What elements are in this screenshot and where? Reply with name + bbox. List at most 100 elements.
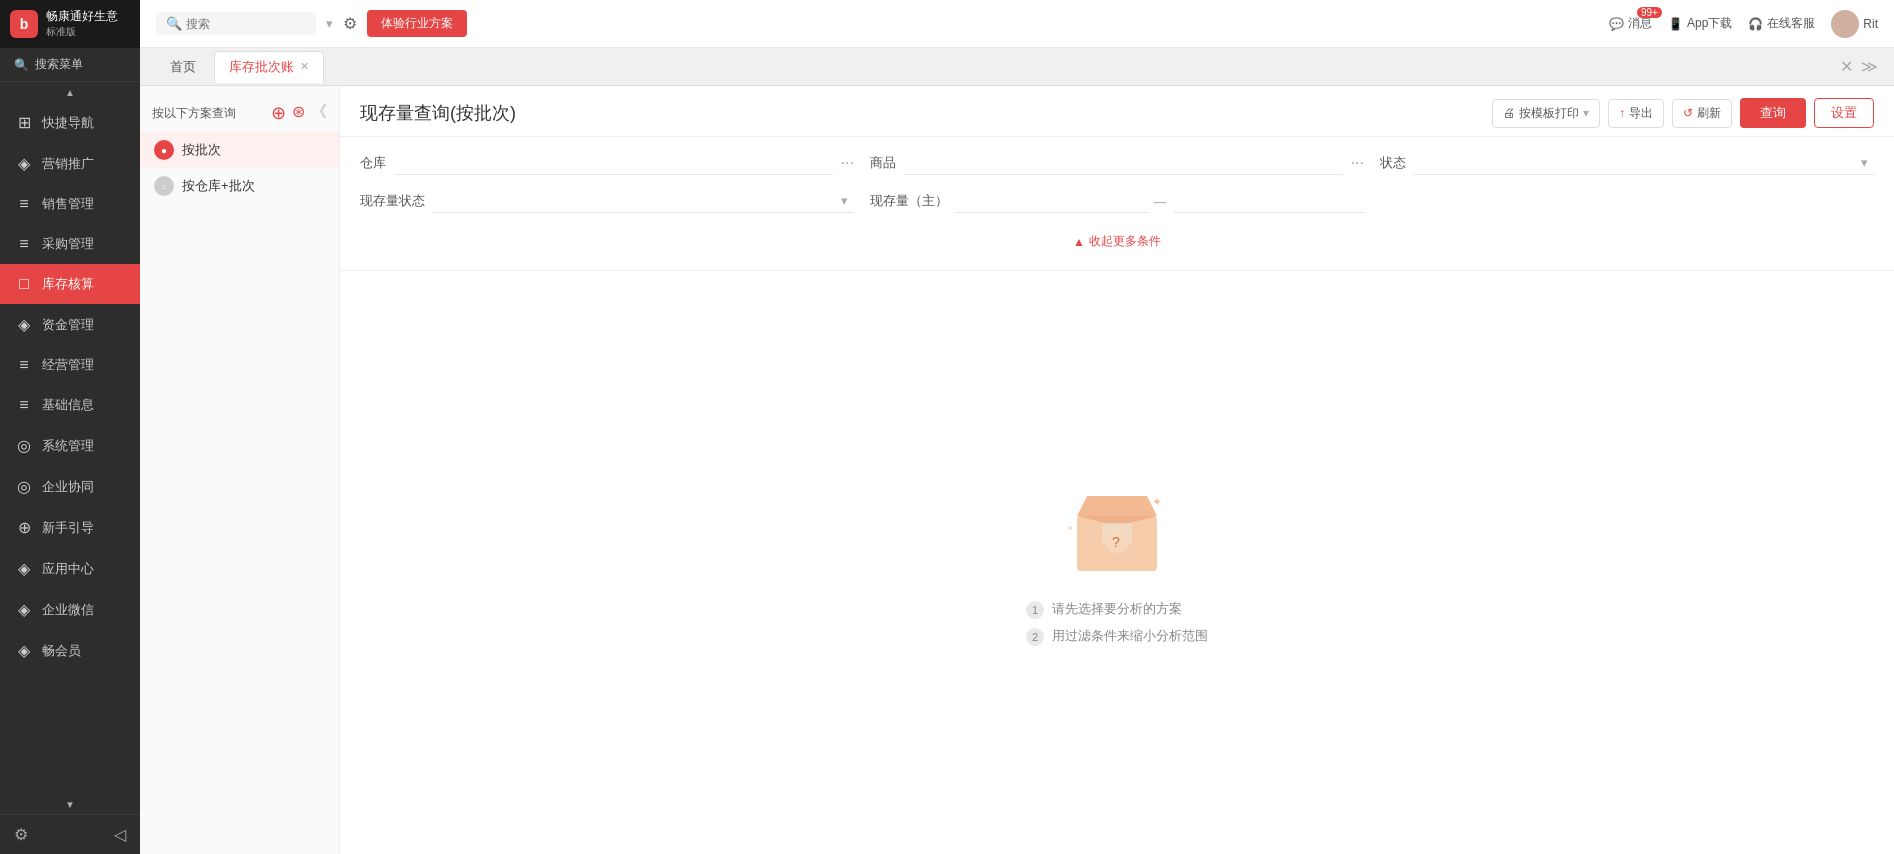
- range-sep: —: [1154, 194, 1167, 209]
- avatar-img: [1831, 10, 1859, 38]
- online-service-action[interactable]: 🎧 在线客服: [1748, 15, 1815, 32]
- tab-close-icon[interactable]: ✕: [300, 60, 309, 73]
- online-service-label: 在线客服: [1767, 15, 1815, 32]
- sidebar-item-sales[interactable]: ≡ 销售管理: [0, 184, 140, 224]
- nav-label: 资金管理: [42, 316, 94, 334]
- page-title: 现存量查询(按批次): [360, 101, 516, 125]
- step-2-num: 2: [1026, 628, 1044, 646]
- warehouse-input[interactable]: [394, 151, 833, 175]
- nav-label: 营销推广: [42, 155, 94, 173]
- sidebar-nav: ⊞ 快捷导航 ◈ 营销推广 ≡ 销售管理 ≡ 采购管理 □ 库存核算 ◈ 资金管…: [0, 102, 140, 794]
- step-2-text: 用过滤条件来缩小分析范围: [1052, 627, 1208, 645]
- filter-section: 仓库 ··· 商品 ··· 状态 ▾: [340, 137, 1894, 271]
- messages-badge: 99+: [1637, 7, 1662, 18]
- refresh-btn[interactable]: ↺ 刷新: [1672, 99, 1732, 128]
- svg-text:✦: ✦: [1152, 495, 1162, 509]
- app-download-label: App下载: [1687, 15, 1732, 32]
- nav-label: 库存核算: [42, 275, 94, 293]
- product-label: 商品: [870, 154, 896, 172]
- collapse-label: 收起更多条件: [1089, 233, 1161, 250]
- sidebar-item-finance[interactable]: ◈ 资金管理: [0, 304, 140, 345]
- sidebar: b 畅康通好生意 标准版 🔍 搜索菜单 ▲ ⊞ 快捷导航 ◈ 营销推广 ≡ 销售…: [0, 0, 140, 854]
- sidebar-item-purchase[interactable]: ≡ 采购管理: [0, 224, 140, 264]
- sidebar-item-marketing[interactable]: ◈ 营销推广: [0, 143, 140, 184]
- scroll-down-btn[interactable]: ▼: [0, 794, 140, 814]
- status-label: 状态: [1380, 154, 1406, 172]
- search-menu[interactable]: 🔍 搜索菜单: [0, 48, 140, 82]
- empty-step-1: 1 请先选择要分析的方案: [1026, 600, 1208, 619]
- scroll-up-btn[interactable]: ▲: [0, 82, 140, 102]
- messages-action[interactable]: 💬 消息 99+: [1609, 15, 1652, 32]
- sidebar-item-wechat[interactable]: ◈ 企业微信: [0, 589, 140, 630]
- topbar-chevron-icon[interactable]: ▾: [326, 16, 333, 31]
- stock-qty-max[interactable]: [1173, 189, 1365, 213]
- chevron-up-icon: ▲: [1073, 235, 1085, 249]
- warehouse-label: 仓库: [360, 154, 386, 172]
- warehouse-dots-icon[interactable]: ···: [841, 154, 854, 172]
- print-btn[interactable]: 🖨 按模板打印 ▾: [1492, 99, 1600, 128]
- svg-text:?: ?: [1112, 534, 1120, 550]
- right-panel: 现存量查询(按批次) 🖨 按模板打印 ▾ ↑ 导出 ↺ 刷新: [340, 86, 1894, 854]
- tab-home[interactable]: 首页: [156, 52, 210, 82]
- footer-settings-icon[interactable]: ⚙: [14, 825, 28, 844]
- sidebar-item-newbie[interactable]: ⊕ 新手引导: [0, 507, 140, 548]
- message-icon: 💬: [1609, 17, 1624, 31]
- sidebar-item-app_center[interactable]: ◈ 应用中心: [0, 548, 140, 589]
- operations-icon: ≡: [14, 356, 34, 374]
- export-btn[interactable]: ↑ 导出: [1608, 99, 1664, 128]
- tabbar: 首页 库存批次账 ✕ ✕ ≫: [140, 48, 1894, 86]
- collapse-more-btn[interactable]: ▲ 收起更多条件: [1067, 227, 1167, 256]
- warehouse-filter: 仓库 ···: [360, 151, 854, 175]
- stock-status-dropdown[interactable]: ▾: [433, 189, 854, 213]
- collapse-panel-icon[interactable]: 《: [311, 102, 327, 124]
- status-dropdown[interactable]: ▾: [1414, 151, 1874, 175]
- experience-btn[interactable]: 体验行业方案: [367, 10, 467, 37]
- empty-state: ✦ ✦ ? 1 请先选择要分析的方案 2 用过滤条件来缩小分析范围: [340, 271, 1894, 854]
- add-schema-icon[interactable]: ⊕: [271, 102, 286, 124]
- sidebar-item-operations[interactable]: ≡ 经营管理: [0, 345, 140, 385]
- schema-settings-icon[interactable]: ⊛: [292, 102, 305, 124]
- print-chevron-icon: ▾: [1583, 106, 1589, 120]
- status-filter: 状态 ▾: [1380, 151, 1874, 175]
- app-logo: b: [10, 10, 38, 38]
- nav-label: 企业微信: [42, 601, 94, 619]
- warehouse-batch-schema-icon: ○: [154, 176, 174, 196]
- app-download-action[interactable]: 📱 App下载: [1668, 15, 1732, 32]
- finance-icon: ◈: [14, 315, 34, 334]
- footer-collapse-icon[interactable]: ◁: [114, 825, 126, 844]
- settings-button[interactable]: 设置: [1814, 98, 1874, 128]
- stock-qty-min[interactable]: [956, 189, 1148, 213]
- tab-batch-stock-label: 库存批次账: [229, 58, 294, 76]
- app-edition: 标准版: [46, 25, 118, 39]
- empty-steps: 1 请先选择要分析的方案 2 用过滤条件来缩小分析范围: [1026, 600, 1208, 654]
- nav-label: 经营管理: [42, 356, 94, 374]
- sidebar-item-inventory[interactable]: □ 库存核算: [0, 264, 140, 304]
- search-input[interactable]: [186, 17, 286, 31]
- sidebar-item-enterprise[interactable]: ◎ 企业协同: [0, 466, 140, 507]
- schema-item-by-warehouse-batch[interactable]: ○ 按仓库+批次: [140, 168, 339, 204]
- search-icon: 🔍: [166, 16, 182, 31]
- nav-label: 快捷导航: [42, 114, 94, 132]
- left-panel-title: 按以下方案查询: [152, 105, 236, 122]
- schema-item-by-batch[interactable]: ● 按批次: [140, 132, 339, 168]
- product-dots-icon[interactable]: ···: [1351, 154, 1364, 172]
- stock-qty-label: 现存量（主）: [870, 192, 948, 210]
- sidebar-item-member[interactable]: ◈ 畅会员: [0, 630, 140, 671]
- enterprise-icon: ◎: [14, 477, 34, 496]
- sidebar-item-basic_info[interactable]: ≡ 基础信息: [0, 385, 140, 425]
- left-panel-actions: ⊕ ⊛ 《: [271, 102, 327, 124]
- topbar-search[interactable]: 🔍: [156, 12, 316, 35]
- sidebar-item-system[interactable]: ◎ 系统管理: [0, 425, 140, 466]
- tab-panel-close-icon[interactable]: ✕: [1840, 57, 1853, 76]
- step-1-num: 1: [1026, 601, 1044, 619]
- product-filter: 商品 ···: [870, 151, 1364, 175]
- query-button[interactable]: 查询: [1740, 98, 1806, 128]
- nav-label: 采购管理: [42, 235, 94, 253]
- user-avatar[interactable]: Rit: [1831, 10, 1878, 38]
- tab-panel-expand-icon[interactable]: ≫: [1861, 57, 1878, 76]
- sidebar-item-quick_nav[interactable]: ⊞ 快捷导航: [0, 102, 140, 143]
- tab-batch_stock[interactable]: 库存批次账 ✕: [214, 51, 324, 83]
- content-area: 按以下方案查询 ⊕ ⊛ 《 ● 按批次 ○ 按仓库+批次 现存量查询(按批次): [140, 86, 1894, 854]
- product-input[interactable]: [904, 151, 1343, 175]
- settings-icon[interactable]: ⚙: [343, 14, 357, 33]
